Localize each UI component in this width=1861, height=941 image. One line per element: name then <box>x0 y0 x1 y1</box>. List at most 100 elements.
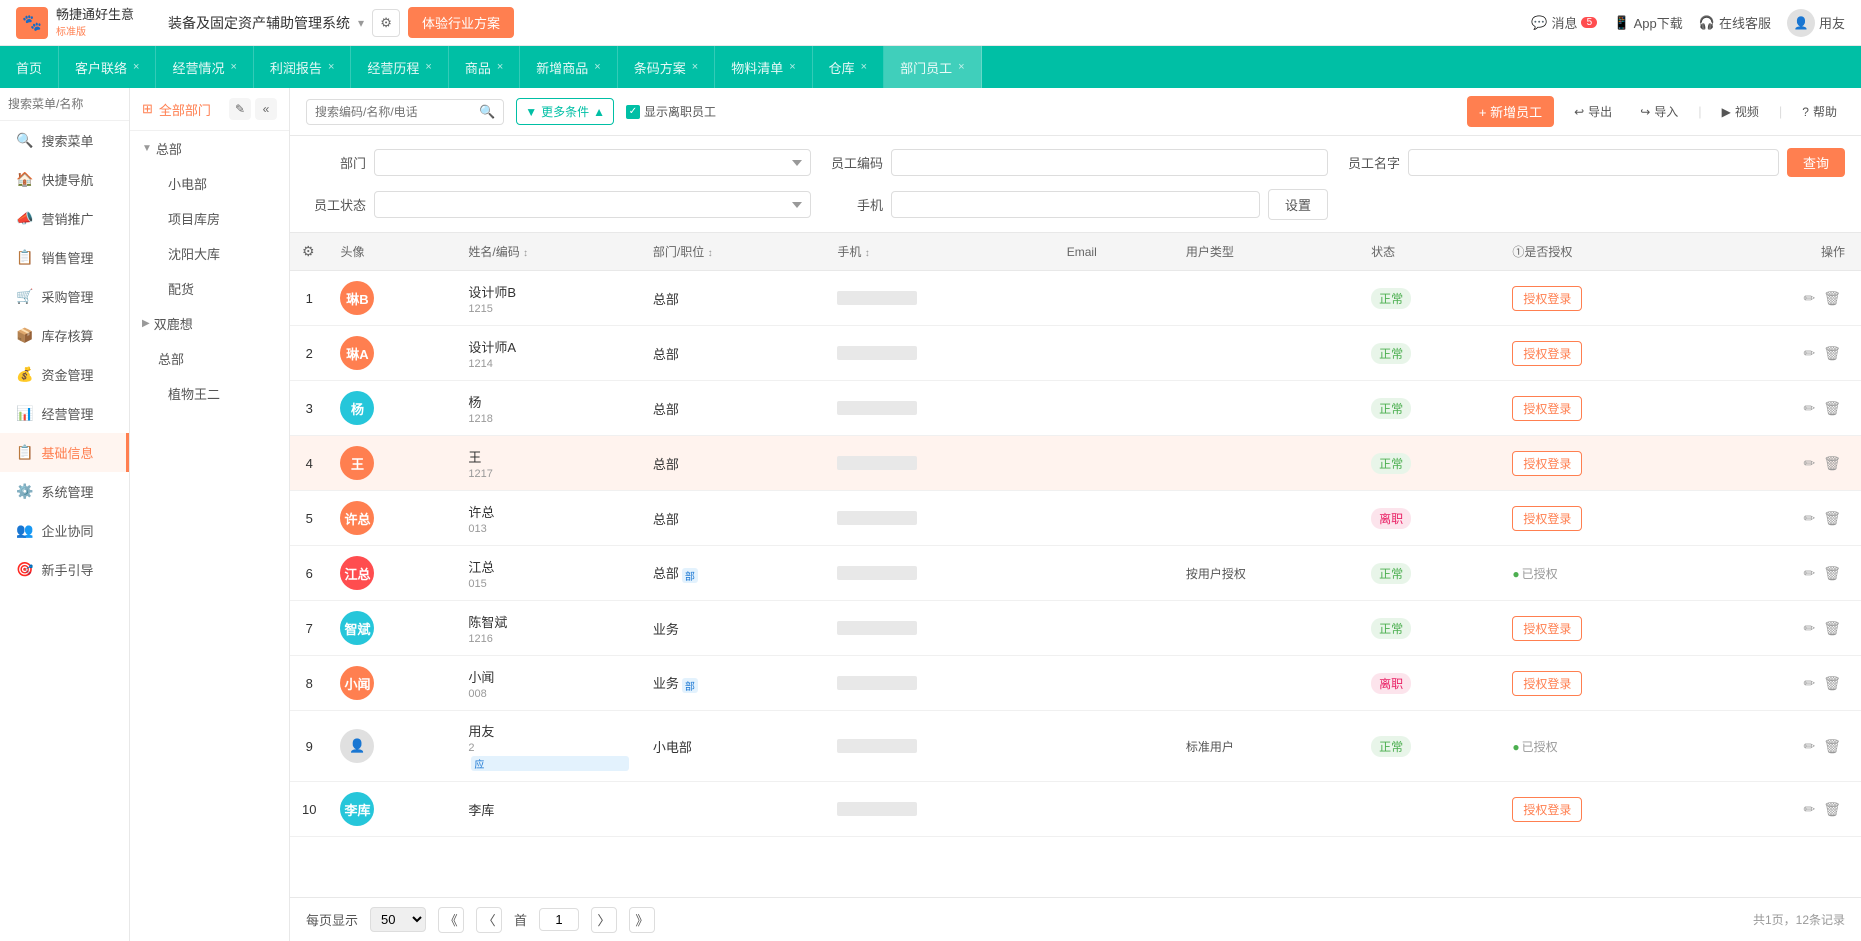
nav-tab-客户联络[interactable]: 客户联络 × <box>59 46 156 88</box>
nav-tab-商品[interactable]: 商品 × <box>449 46 520 88</box>
edit-button[interactable]: ✏ <box>1803 675 1815 692</box>
nav-tab-条码方案[interactable]: 条码方案 × <box>618 46 715 88</box>
phone-filter-input[interactable] <box>891 191 1260 218</box>
delete-button[interactable]: 🗑 <box>1823 620 1841 637</box>
sidebar-item-finance[interactable]: 💰资金管理 <box>0 355 129 394</box>
edit-button[interactable]: ✏ <box>1803 738 1815 755</box>
auth-login-button[interactable]: 授权登录 <box>1512 396 1582 421</box>
tab-close-icon[interactable]: × <box>425 61 431 73</box>
delete-button[interactable]: 🗑 <box>1823 455 1841 472</box>
auth-login-button[interactable]: 授权登录 <box>1512 506 1582 531</box>
col-dept[interactable]: 部门/职位 ↕ <box>641 233 826 271</box>
dept-collapse-icon[interactable]: « <box>255 98 277 120</box>
first-page-button[interactable]: 《 <box>438 907 464 933</box>
delete-button[interactable]: 🗑 <box>1823 675 1841 692</box>
message-button[interactable]: 💬 消息 5 <box>1531 13 1597 32</box>
delete-button[interactable]: 🗑 <box>1823 290 1841 307</box>
import-button[interactable]: ↪ 导入 <box>1632 99 1686 124</box>
prev-page-button[interactable]: 〈 <box>476 907 502 933</box>
auth-login-button[interactable]: 授权登录 <box>1512 671 1582 696</box>
auth-login-button[interactable]: 授权登录 <box>1512 451 1582 476</box>
settings-button[interactable]: ⚙ <box>372 9 400 37</box>
query-button[interactable]: 查询 <box>1787 148 1845 177</box>
show-resigned-checkbox[interactable]: ✓ <box>626 105 640 119</box>
view-button[interactable]: ▶ 视频 <box>1714 99 1767 124</box>
sidebar-item-inventory[interactable]: 📦库存核算 <box>0 316 129 355</box>
col-name[interactable]: 姓名/编码 ↕ <box>456 233 641 271</box>
nav-tab-经营历程[interactable]: 经营历程 × <box>351 46 448 88</box>
dept-tree-item-小电部[interactable]: 小电部 <box>130 166 289 201</box>
edit-button[interactable]: ✏ <box>1803 345 1815 362</box>
dept-tree-item-配货[interactable]: 配货 <box>130 271 289 306</box>
dept-tree-item-沈阳大库[interactable]: 沈阳大库 <box>130 236 289 271</box>
delete-button[interactable]: 🗑 <box>1823 801 1841 818</box>
edit-button[interactable]: ✏ <box>1803 455 1815 472</box>
sidebar-item-sales[interactable]: 📋销售管理 <box>0 238 129 277</box>
tab-close-icon[interactable]: × <box>328 61 334 73</box>
edit-button[interactable]: ✏ <box>1803 620 1815 637</box>
col-settings[interactable]: ⚙ <box>290 233 328 271</box>
tab-close-icon[interactable]: × <box>230 61 236 73</box>
sidebar-item-purchase[interactable]: 🛒采购管理 <box>0 277 129 316</box>
dept-tree-item-双鹿想[interactable]: ▶双鹿想 <box>130 306 289 341</box>
edit-button[interactable]: ✏ <box>1803 510 1815 527</box>
dept-edit-icon[interactable]: ✎ <box>229 98 251 120</box>
auth-login-button[interactable]: 授权登录 <box>1512 341 1582 366</box>
nav-tab-经营情况[interactable]: 经营情况 × <box>156 46 253 88</box>
online-service-button[interactable]: 🎧 在线客服 <box>1699 13 1771 32</box>
edit-button[interactable]: ✏ <box>1803 801 1815 818</box>
more-filter-button[interactable]: ▼ 更多条件 ▲ <box>516 98 614 125</box>
delete-button[interactable]: 🗑 <box>1823 345 1841 362</box>
tab-close-icon[interactable]: × <box>133 61 139 73</box>
dept-tree-item-植物王二[interactable]: 植物王二 <box>130 376 289 411</box>
reset-button[interactable]: 设置 <box>1268 189 1328 220</box>
dept-tree-item-总部[interactable]: ▼总部 <box>130 131 289 166</box>
nav-tab-物料清单[interactable]: 物料清单 × <box>715 46 812 88</box>
nav-tab-首页[interactable]: 首页 <box>0 46 59 88</box>
auth-login-button[interactable]: 授权登录 <box>1512 286 1582 311</box>
sys-title-arrow[interactable]: ▾ <box>358 16 364 30</box>
empname-filter-input[interactable] <box>1408 149 1779 176</box>
export-button[interactable]: ↩ 导出 <box>1566 99 1620 124</box>
delete-button[interactable]: 🗑 <box>1823 565 1841 582</box>
tab-close-icon[interactable]: × <box>497 61 503 73</box>
empcode-filter-input[interactable] <box>891 149 1328 176</box>
sidebar-item-collab[interactable]: 👥企业协同 <box>0 511 129 550</box>
nav-tab-新增商品[interactable]: 新增商品 × <box>520 46 617 88</box>
nav-tab-部门员工[interactable]: 部门员工 × <box>884 46 981 88</box>
edit-button[interactable]: ✏ <box>1803 400 1815 417</box>
dept-tree-item-总部[interactable]: 总部 <box>130 341 289 376</box>
last-page-button[interactable]: 》 <box>629 907 655 933</box>
sidebar-item-system[interactable]: ⚙️系统管理 <box>0 472 129 511</box>
sidebar-search-input[interactable] <box>8 97 130 111</box>
dept-tree-item-项目库房[interactable]: 项目库房 <box>130 201 289 236</box>
user-menu[interactable]: 👤 用友 <box>1787 9 1845 37</box>
next-page-button[interactable]: 〉 <box>591 907 617 933</box>
tab-close-icon[interactable]: × <box>594 61 600 73</box>
sidebar-item-guide[interactable]: 🎯新手引导 <box>0 550 129 589</box>
empstatus-filter-select[interactable] <box>374 191 811 218</box>
nav-tab-利润报告[interactable]: 利润报告 × <box>254 46 351 88</box>
auth-login-button[interactable]: 授权登录 <box>1512 797 1582 822</box>
sidebar-item-basic[interactable]: 📋基础信息 <box>0 433 129 472</box>
sidebar-item-marketing[interactable]: 📣营销推广 <box>0 199 129 238</box>
show-resigned-wrap[interactable]: ✓ 显示离职员工 <box>626 103 716 120</box>
delete-button[interactable]: 🗑 <box>1823 738 1841 755</box>
dept-filter-select[interactable] <box>374 149 811 176</box>
sidebar-item-operations[interactable]: 📊经营管理 <box>0 394 129 433</box>
search-input[interactable] <box>315 105 475 119</box>
sidebar-item-quicknav[interactable]: 🏠快捷导航 <box>0 160 129 199</box>
auth-login-button[interactable]: 授权登录 <box>1512 616 1582 641</box>
page-size-select[interactable]: 50 20 100 <box>370 907 426 932</box>
page-number-input[interactable] <box>539 908 579 931</box>
tab-close-icon[interactable]: × <box>958 61 964 73</box>
col-phone[interactable]: 手机 ↕ <box>825 233 1054 271</box>
delete-button[interactable]: 🗑 <box>1823 510 1841 527</box>
tab-close-icon[interactable]: × <box>692 61 698 73</box>
edit-button[interactable]: ✏ <box>1803 565 1815 582</box>
tab-close-icon[interactable]: × <box>789 61 795 73</box>
help-button[interactable]: ? 帮助 <box>1794 99 1845 124</box>
app-download-button[interactable]: 📱 App下载 <box>1613 13 1682 32</box>
add-employee-button[interactable]: + 新增员工 <box>1467 96 1554 127</box>
tab-close-icon[interactable]: × <box>861 61 867 73</box>
